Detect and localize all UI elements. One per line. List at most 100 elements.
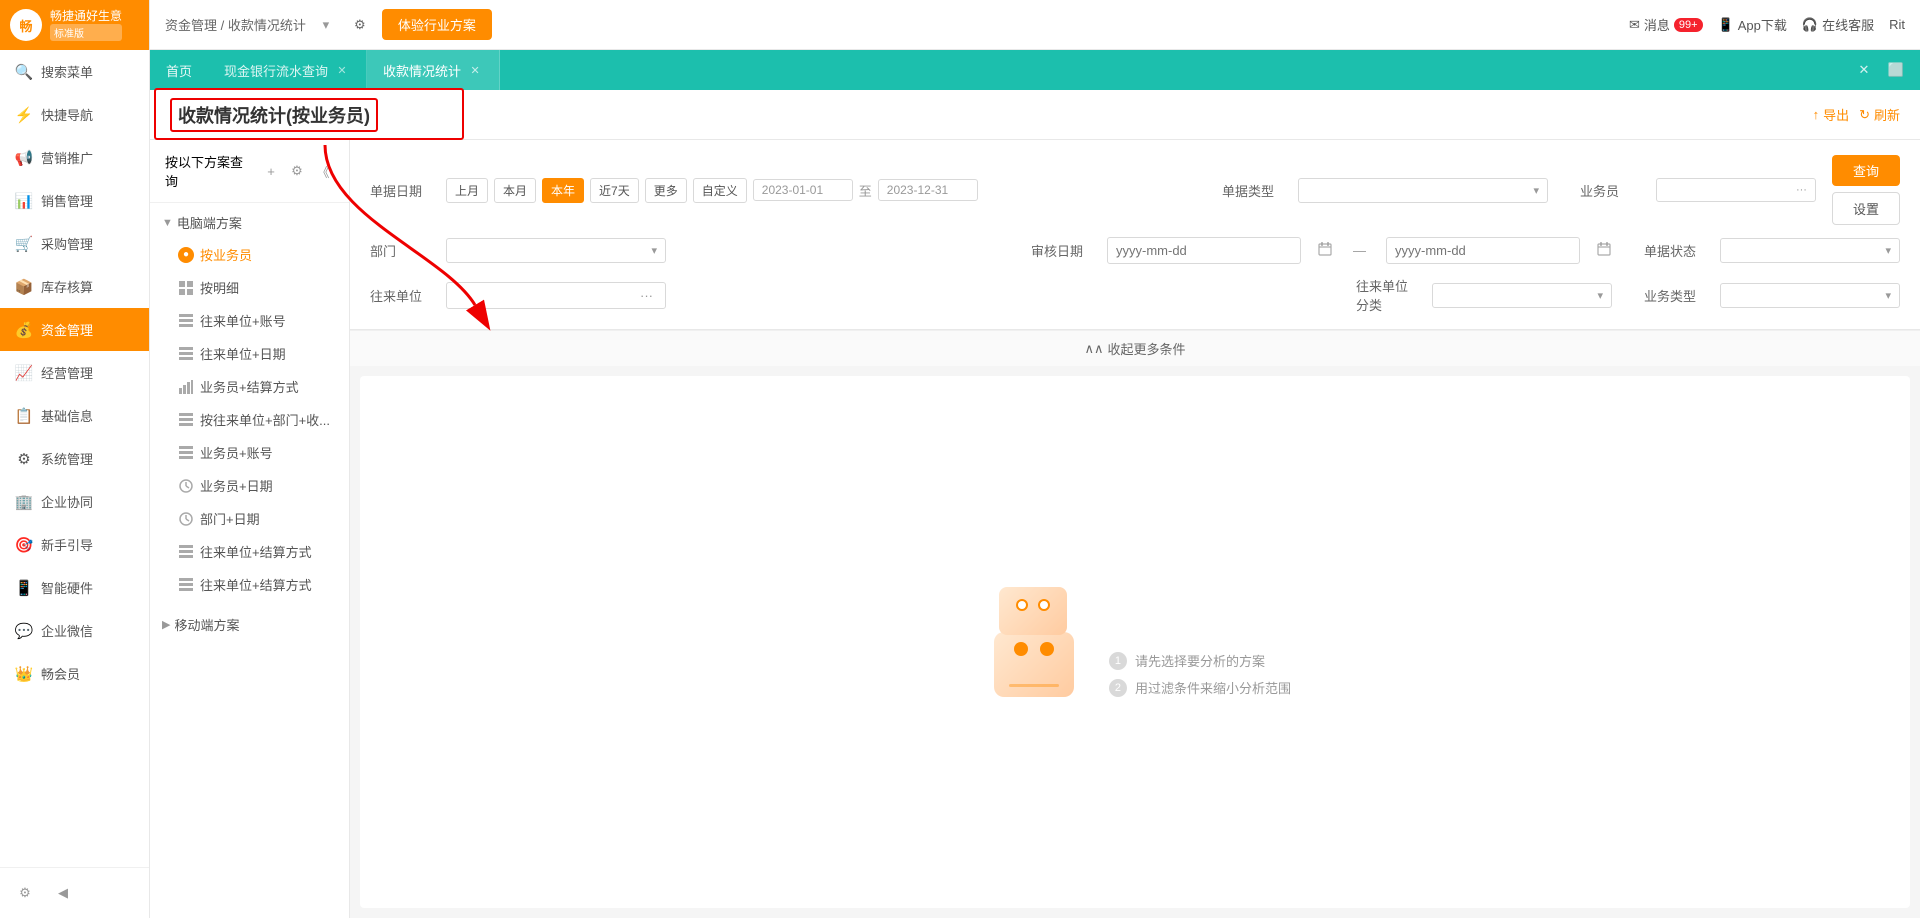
message-icon: ✉: [1629, 17, 1640, 33]
collapse-icon: ∧∧: [1084, 341, 1103, 357]
date-label: 单据日期: [370, 181, 430, 200]
scheme-dept-date[interactable]: 部门+日期: [150, 502, 349, 535]
date-start-input[interactable]: [753, 179, 853, 201]
desktop-scheme-group: ▼ 电脑端方案 ● 按业务员 按明细: [150, 203, 349, 605]
expand-window-button[interactable]: ⬜: [1882, 56, 1910, 84]
this-month-btn[interactable]: 本月: [494, 178, 536, 203]
sidebar-item-search[interactable]: 🔍 搜索菜单: [0, 50, 149, 93]
query-button[interactable]: 查询: [1832, 155, 1900, 186]
trial-btn[interactable]: 体验行业方案: [382, 9, 492, 40]
user-name[interactable]: Rit: [1889, 17, 1905, 32]
settings-footer-button[interactable]: ⚙: [10, 878, 40, 908]
scheme-unit-dept-collect[interactable]: 按往来单位+部门+收...: [150, 403, 349, 436]
mobile-scheme-group: ▶ 移动端方案: [150, 605, 349, 644]
refresh-icon: ↻: [1859, 107, 1870, 123]
tab-collection-stat[interactable]: 收款情况统计 ✕: [367, 50, 500, 90]
salesperson-label: 业务员: [1580, 181, 1640, 200]
sidebar-item-hardware[interactable]: 📱 智能硬件: [0, 566, 149, 609]
robot-body: [994, 632, 1074, 697]
refresh-button[interactable]: ↻ 刷新: [1859, 105, 1900, 124]
topbar-left: 资金管理 / 收款情况统计 ▾ ⚙ 体验行业方案: [165, 9, 1619, 40]
tab-close-collection-stat[interactable]: ✕: [467, 62, 483, 78]
unit-select[interactable]: ···: [446, 282, 666, 309]
scheme-header-label: 按以下方案查询: [165, 152, 254, 190]
enterprise-icon: 🏢: [15, 493, 33, 511]
scheme-by-salesperson[interactable]: ● 按业务员: [150, 238, 349, 271]
review-date-start[interactable]: [1107, 237, 1301, 264]
sidebar-item-marketing[interactable]: 📢 营销推广: [0, 136, 149, 179]
scheme-salesperson-date[interactable]: 业务员+日期: [150, 469, 349, 502]
gear-button[interactable]: ⚙: [346, 11, 374, 39]
mobile-group-header[interactable]: ▶ 移动端方案: [150, 609, 349, 640]
biz-type-select[interactable]: ▾: [1720, 283, 1900, 308]
more-date-btn[interactable]: 更多: [645, 178, 687, 203]
tab-close-bank-flow[interactable]: ✕: [334, 62, 350, 78]
main-area: 资金管理 / 收款情况统计 ▾ ⚙ 体验行业方案 ✉ 消息 99+ 📱 App下…: [150, 0, 1920, 918]
hint-item-2: 2 用过滤条件来缩小分析范围: [1109, 678, 1291, 697]
sidebar-item-inventory[interactable]: 📦 库存核算: [0, 265, 149, 308]
scheme-collapse-button[interactable]: 《: [312, 160, 334, 182]
sidebar-item-quick-nav[interactable]: ⚡ 快捷导航: [0, 93, 149, 136]
scheme-unit-settle2[interactable]: 往来单位+结算方式: [150, 568, 349, 601]
scheme-panel: 按以下方案查询 + ⚙ 《 ▼ 电脑端方案 ●: [150, 140, 350, 918]
unit-classify-arrow: ▾: [1597, 289, 1603, 302]
scheme-icon: [178, 346, 194, 362]
collapse-filters-button[interactable]: ∧∧ 收起更多条件: [350, 330, 1920, 366]
dept-select[interactable]: ▾: [446, 238, 666, 263]
online-service-button[interactable]: 🎧 在线客服: [1802, 15, 1874, 34]
sidebar-item-sales[interactable]: 📊 销售管理: [0, 179, 149, 222]
this-year-btn[interactable]: 本年: [542, 178, 584, 203]
sidebar-item-system[interactable]: ⚙ 系统管理: [0, 437, 149, 480]
scheme-salesperson-settle[interactable]: 业务员+结算方式: [150, 370, 349, 403]
search-icon: 🔍: [15, 63, 33, 81]
tab-home[interactable]: 首页: [150, 50, 208, 90]
last-7-days-btn[interactable]: 近7天: [590, 178, 639, 203]
scheme-icon: [178, 478, 194, 494]
export-button[interactable]: ↑ 导出: [1813, 105, 1850, 124]
sidebar-item-purchase[interactable]: 🛒 采购管理: [0, 222, 149, 265]
doc-type-select[interactable]: ▾: [1298, 178, 1548, 203]
doc-type-arrow: ▾: [1533, 184, 1539, 197]
scheme-salesperson-account[interactable]: 业务员+账号: [150, 436, 349, 469]
sidebar-item-guide[interactable]: 🎯 新手引导: [0, 523, 149, 566]
unit-classify-select[interactable]: ▾: [1432, 283, 1612, 308]
review-date-end[interactable]: [1386, 237, 1580, 264]
message-button[interactable]: ✉ 消息 99+: [1629, 15, 1703, 34]
content-area: 收款情况统计(按业务员) ↑ 导出 ↻ 刷新 按以下方案查询 +: [150, 90, 1920, 918]
date-end-input[interactable]: [878, 179, 978, 201]
scheme-unit-settle1[interactable]: 往来单位+结算方式: [150, 535, 349, 568]
scheme-unit-account[interactable]: 往来单位+账号: [150, 304, 349, 337]
unit-dots[interactable]: ···: [636, 288, 657, 303]
custom-date-btn[interactable]: 自定义: [693, 178, 747, 203]
app-download-button[interactable]: 📱 App下载: [1718, 15, 1787, 34]
quick-nav-icon: ⚡: [15, 106, 33, 124]
scheme-unit-date[interactable]: 往来单位+日期: [150, 337, 349, 370]
sidebar-item-finance[interactable]: 💰 资金管理: [0, 308, 149, 351]
hardware-icon: 📱: [15, 579, 33, 597]
tab-bank-flow[interactable]: 现金银行流水查询 ✕: [208, 50, 367, 90]
sidebar-item-enterprise[interactable]: 🏢 企业协同: [0, 480, 149, 523]
sidebar-item-basic[interactable]: 📋 基础信息: [0, 394, 149, 437]
scheme-settings-button[interactable]: ⚙: [286, 160, 308, 182]
collapse-sidebar-button[interactable]: ◀: [48, 878, 78, 908]
add-scheme-button[interactable]: +: [260, 160, 282, 182]
close-window-button[interactable]: ✕: [1850, 56, 1878, 84]
mobile-group-toggle: ▶: [162, 618, 170, 631]
doc-status-select[interactable]: ▾: [1720, 238, 1900, 263]
scheme-icon: [178, 544, 194, 560]
desktop-group-header[interactable]: ▼ 电脑端方案: [150, 207, 349, 238]
last-month-btn[interactable]: 上月: [446, 178, 488, 203]
sidebar-item-member[interactable]: 👑 畅会员: [0, 652, 149, 695]
scheme-panel-header: 按以下方案查询 + ⚙ 《: [150, 140, 349, 203]
scheme-by-detail[interactable]: 按明细: [150, 271, 349, 304]
topbar: 资金管理 / 收款情况统计 ▾ ⚙ 体验行业方案 ✉ 消息 99+ 📱 App下…: [150, 0, 1920, 50]
settings-button[interactable]: 设置: [1832, 192, 1900, 225]
sidebar-nav: 🔍 搜索菜单 ⚡ 快捷导航 📢 营销推广 📊 销售管理 🛒 采购管理 📦 库存核…: [0, 50, 149, 867]
topbar-right: ✉ 消息 99+ 📱 App下载 🎧 在线客服 Rit: [1629, 15, 1905, 34]
sidebar-item-wechat[interactable]: 💬 企业微信: [0, 609, 149, 652]
sidebar-item-operation[interactable]: 📈 经营管理: [0, 351, 149, 394]
breadcrumb-dropdown[interactable]: ▾: [314, 13, 338, 37]
logo-icon: 畅: [10, 9, 42, 41]
query-actions: 查询 设置: [1832, 155, 1900, 225]
salesperson-select[interactable]: ···: [1656, 178, 1816, 202]
